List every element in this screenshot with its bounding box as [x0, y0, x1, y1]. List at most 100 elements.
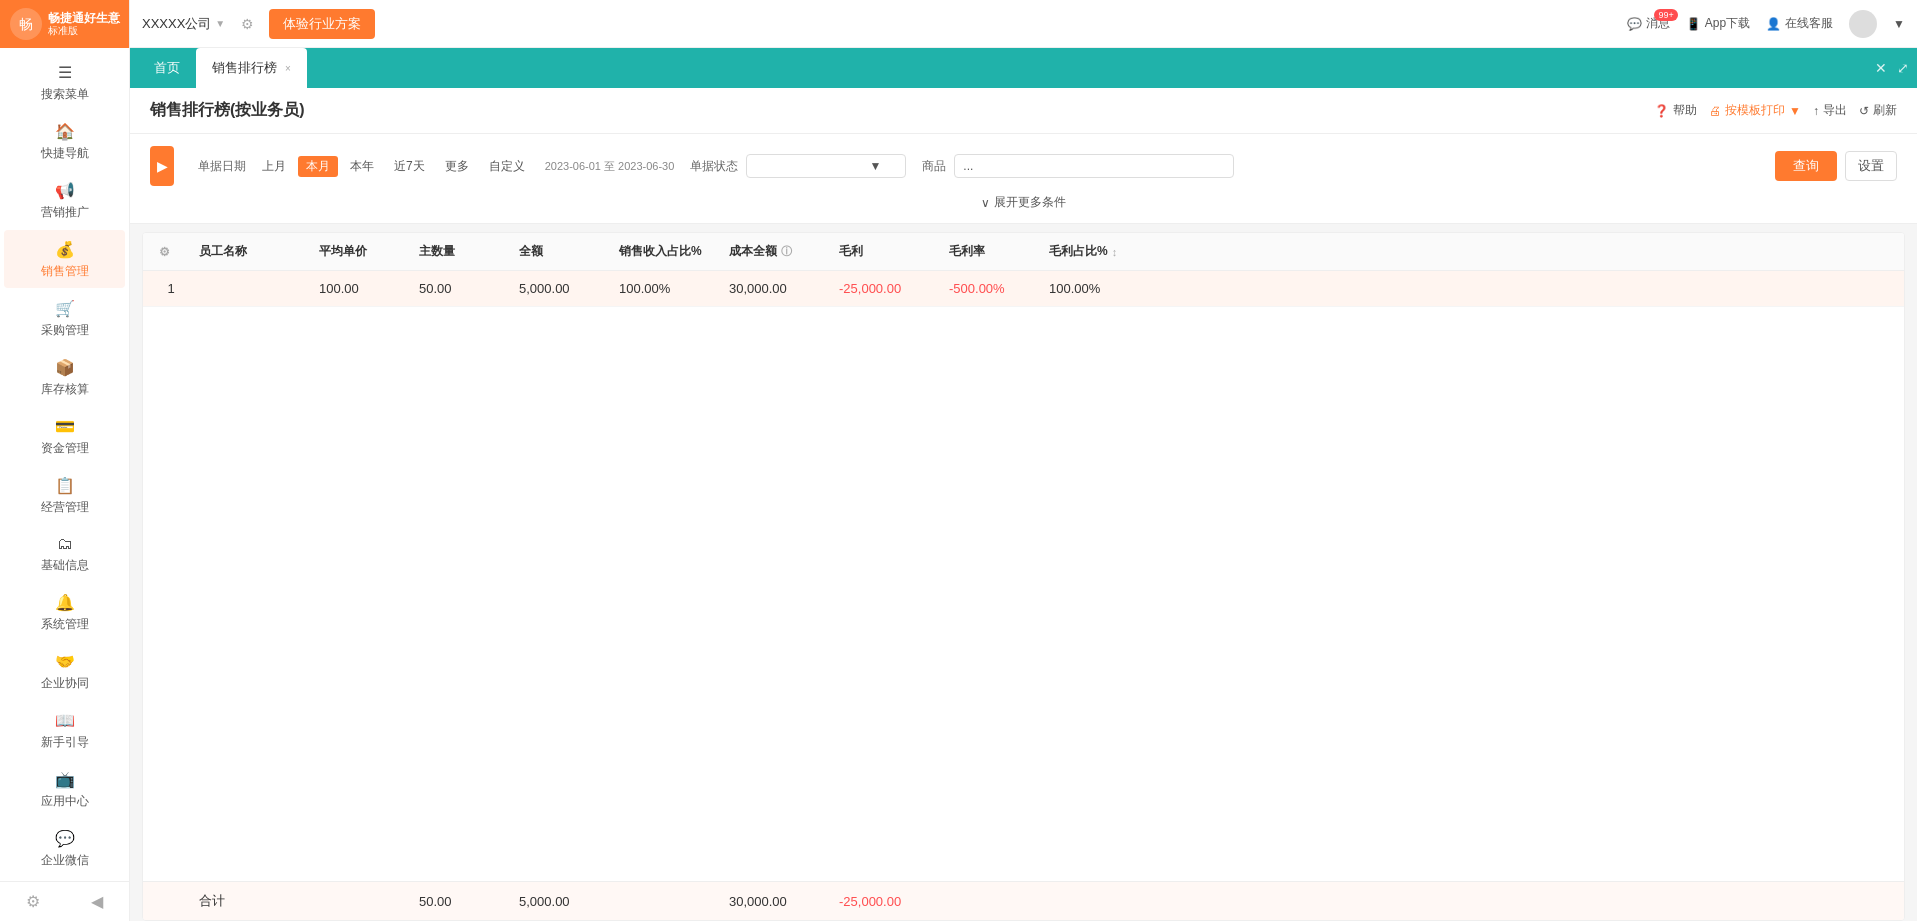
sidebar-item-purchase[interactable]: 🛒 采购管理	[4, 289, 125, 347]
filter-settings-button[interactable]: 设置	[1845, 151, 1897, 181]
search-button[interactable]: 查询	[1775, 151, 1837, 181]
print-icon: 🖨	[1709, 104, 1721, 118]
footer-gross: -25,000.00	[831, 882, 941, 920]
sidebar-item-marketing[interactable]: 📢营销推广	[4, 171, 125, 229]
refresh-label: 刷新	[1873, 102, 1897, 119]
tab-sales-ranking[interactable]: 销售排行榜 ×	[196, 48, 307, 88]
sidebar-item-apps[interactable]: 📺应用中心	[4, 760, 125, 818]
sidebar-item-finance[interactable]: 💳资金管理	[4, 407, 125, 465]
print-button[interactable]: 🖨 按模板打印 ▼	[1709, 102, 1801, 119]
sidebar-icon-sales: 💰	[55, 240, 75, 259]
sidebar-label-wechat: 企业微信	[41, 852, 89, 869]
filter-toggle-button[interactable]: ▶	[150, 146, 174, 186]
tab-home-label: 首页	[154, 59, 180, 77]
date-filter-label: 单据日期	[198, 158, 246, 175]
sidebar-label-quick-nav: 快捷导航	[41, 145, 89, 162]
table-footer: 合计 50.00 5,000.00 30,000.00 -25,000.00	[143, 881, 1904, 920]
tab-close-all-icon[interactable]: ✕	[1875, 60, 1887, 76]
topbar-settings-icon[interactable]: ⚙	[233, 10, 261, 38]
message-icon: 💬	[1627, 17, 1642, 31]
table-row[interactable]: 1 100.00 50.00 5,000.00 100.00% 30,000.0…	[143, 271, 1904, 307]
export-icon: ↑	[1813, 104, 1819, 118]
date-tab-7days[interactable]: 近7天	[386, 156, 433, 177]
sidebar-label-guide: 新手引导	[41, 734, 89, 751]
date-range-display: 2023-06-01 至 2023-06-30	[545, 159, 675, 174]
sidebar-item-quick-nav[interactable]: 🏠快捷导航	[4, 112, 125, 170]
sidebar-item-operations[interactable]: 📋 经营管理	[4, 466, 125, 524]
online-service-icon: 👤	[1766, 17, 1781, 31]
company-selector[interactable]: XXXXX公司 ▼	[142, 15, 225, 33]
footer-cost: 30,000.00	[721, 882, 831, 920]
table-header: ⚙ 员工名称 平均单价 主数量 全额 销售收入占比% 成本全额 ⓘ 毛利 毛利率…	[143, 233, 1904, 271]
export-label: 导出	[1823, 102, 1847, 119]
filter-area: ▶ 单据日期 上月 本月 本年 近7天 更多 自定义 2023-06-01 至 …	[130, 134, 1917, 224]
sidebar-item-search[interactable]: ☰搜索菜单	[4, 53, 125, 111]
table-settings-icon[interactable]: ⚙	[159, 245, 170, 259]
sidebar-nav: ☰搜索菜单🏠快捷导航📢营销推广 💰 销售管理 🛒 采购管理 📦库存核算💳资金管理 📋 经营管理…	[0, 48, 129, 881]
sidebar-icon-operations: 📋	[55, 476, 75, 495]
sidebar-item-basic[interactable]: 🗂基础信息	[4, 525, 125, 582]
col-total: 全额	[511, 233, 611, 270]
sidebar-item-guide[interactable]: 📖新手引导	[4, 701, 125, 759]
svg-text:畅: 畅	[19, 16, 33, 32]
sidebar-label-operations: 经营管理	[41, 499, 89, 516]
sidebar-item-system[interactable]: 🔔 系统管理	[4, 583, 125, 641]
cell-gross-pct: 100.00%	[1041, 271, 1151, 306]
experience-button[interactable]: 体验行业方案	[269, 9, 375, 39]
goods-select-value: ...	[963, 159, 973, 173]
online-service-button[interactable]: 👤 在线客服	[1766, 15, 1833, 32]
refresh-button[interactable]: ↺ 刷新	[1859, 102, 1897, 119]
refresh-icon: ↺	[1859, 104, 1869, 118]
sidebar-icon-search: ☰	[58, 63, 72, 82]
sidebar-bottom: ⚙ ◀	[0, 881, 129, 921]
sidebar-label-sales: 销售管理	[41, 263, 89, 280]
message-button[interactable]: 💬 消息 99+	[1627, 15, 1670, 32]
sidebar-item-corp[interactable]: 🤝企业协同	[4, 642, 125, 700]
help-button[interactable]: ❓ 帮助	[1654, 102, 1697, 119]
footer-avg-price	[311, 882, 411, 920]
date-tab-this-month[interactable]: 本月	[298, 156, 338, 177]
tab-close-icon[interactable]: ×	[285, 63, 291, 74]
date-tab-more[interactable]: 更多	[437, 156, 477, 177]
app-download-button[interactable]: 📱 App下载	[1686, 15, 1750, 32]
collapse-icon[interactable]: ◀	[91, 892, 103, 911]
sidebar-label-system: 系统管理	[41, 616, 89, 633]
col-cost: 成本全额 ⓘ	[721, 233, 831, 270]
user-name[interactable]: ▼	[1893, 17, 1905, 31]
export-button[interactable]: ↑ 导出	[1813, 102, 1847, 119]
sidebar-icon-purchase: 🛒	[55, 299, 75, 318]
app-download-icon: 📱	[1686, 17, 1701, 31]
cell-cost: 30,000.00	[721, 271, 831, 306]
tab-home[interactable]: 首页	[138, 48, 196, 88]
sidebar-item-inventory[interactable]: 📦库存核算	[4, 348, 125, 406]
goods-select[interactable]: ...	[954, 154, 1234, 178]
sidebar-icon-finance: 💳	[55, 417, 75, 436]
page-header: 销售排行榜(按业务员) ❓ 帮助 🖨 按模板打印 ▼ ↑ 导出 ↺ 刷新	[130, 88, 1917, 134]
status-filter-label: 单据状态	[690, 158, 738, 175]
sidebar-label-inventory: 库存核算	[41, 381, 89, 398]
sidebar-icon-system: 🔔	[55, 593, 75, 612]
expand-filter-button[interactable]: ∨ 展开更多条件	[150, 194, 1897, 211]
cell-index: 1	[151, 271, 191, 306]
settings-icon[interactable]: ⚙	[26, 892, 40, 911]
expand-chevron-icon: ∨	[981, 196, 990, 210]
goods-filter: 商品 ...	[922, 154, 1234, 178]
sidebar-item-sales[interactable]: 💰 销售管理	[4, 230, 125, 288]
sidebar-label-purchase: 采购管理	[41, 322, 89, 339]
sidebar-item-wechat[interactable]: 💬企业微信	[4, 819, 125, 877]
tab-expand-icon[interactable]: ⤢	[1897, 60, 1909, 76]
status-select[interactable]: ▼	[746, 154, 906, 178]
footer-gross-pct	[1041, 882, 1151, 920]
footer-main-qty: 50.00	[411, 882, 511, 920]
user-avatar[interactable]	[1849, 10, 1877, 38]
expand-filter-label: 展开更多条件	[994, 194, 1066, 211]
footer-empty	[151, 882, 191, 920]
help-icon: ❓	[1654, 104, 1669, 118]
cell-gross: -25,000.00	[831, 271, 941, 306]
print-chevron-icon: ▼	[1789, 104, 1801, 118]
tabbar: 首页 销售排行榜 × ✕ ⤢	[130, 48, 1917, 88]
logo-line2: 标准版	[48, 25, 120, 37]
date-tab-custom[interactable]: 自定义	[481, 156, 533, 177]
date-tab-this-year[interactable]: 本年	[342, 156, 382, 177]
date-tab-last-month[interactable]: 上月	[254, 156, 294, 177]
